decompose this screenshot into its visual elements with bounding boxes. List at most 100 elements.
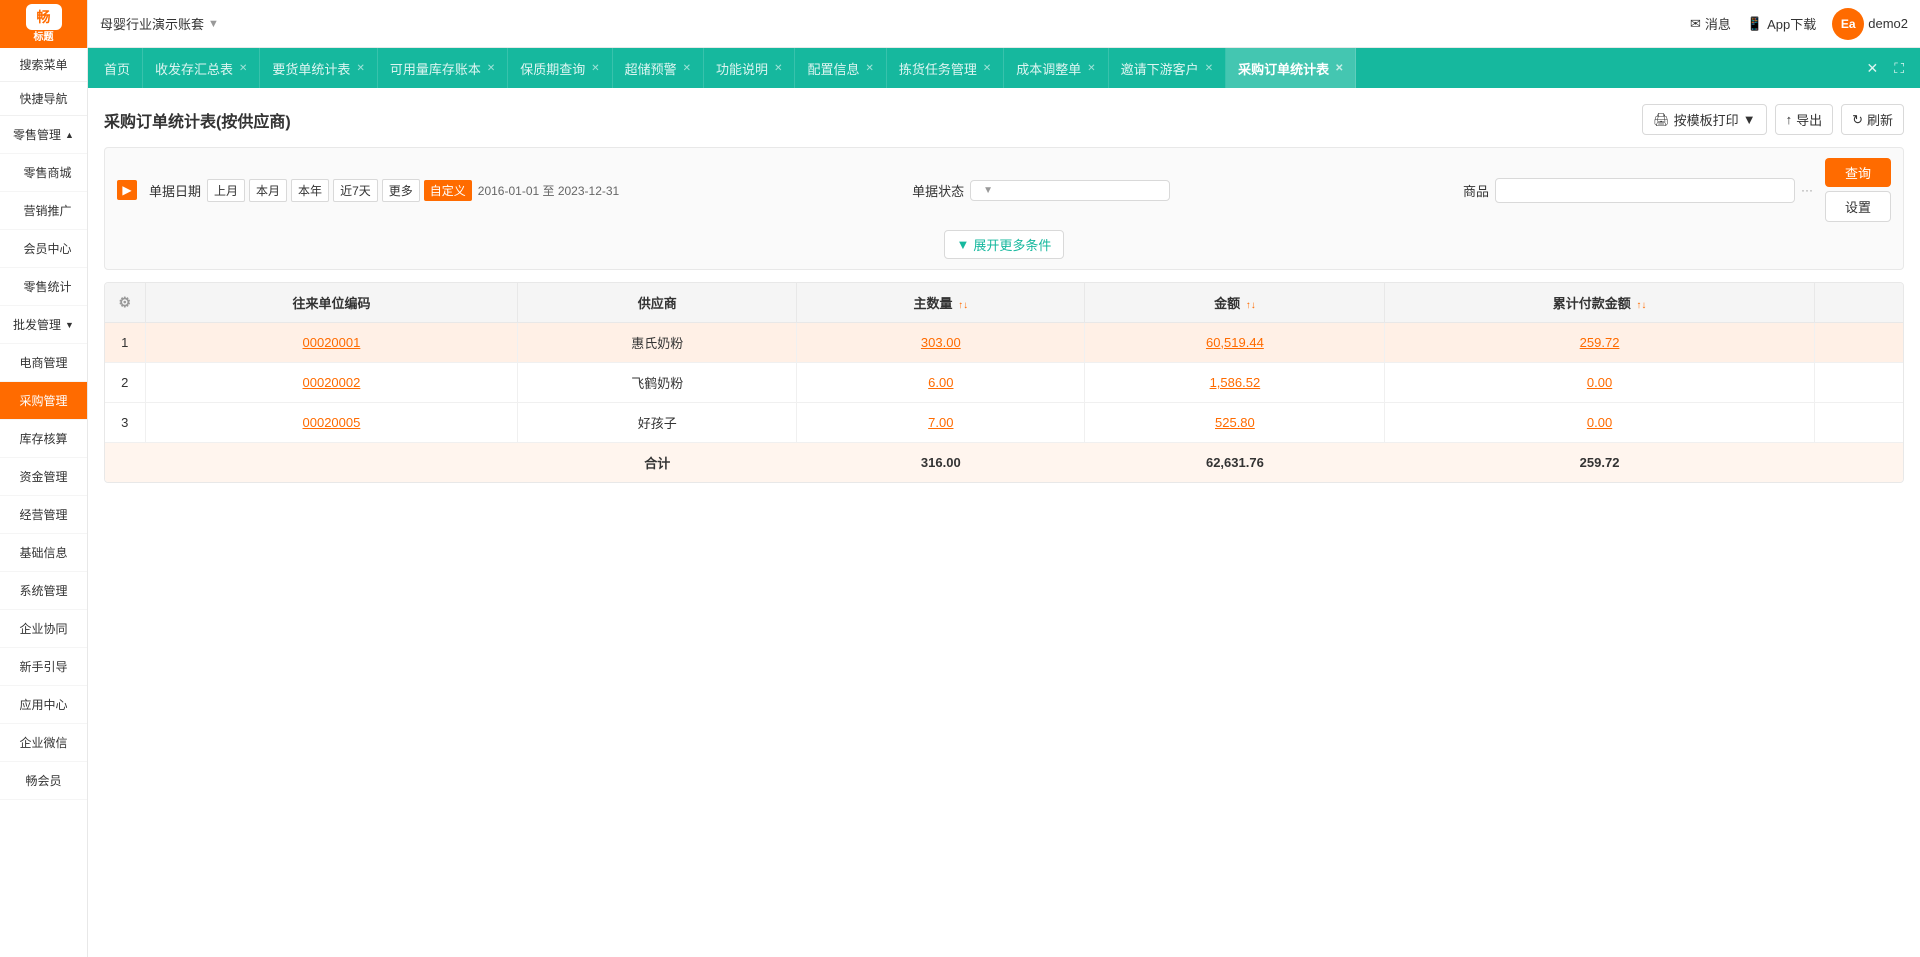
- sidebar-item-enterprise[interactable]: 企业协同: [0, 610, 87, 648]
- footer-paid-amount-text: 259.72: [1580, 455, 1620, 470]
- sidebar-item-retail-stats[interactable]: 零售统计: [0, 268, 87, 306]
- tab-invite-downstream-close-icon[interactable]: ✕: [1205, 63, 1213, 74]
- sidebar: 畅 标题 搜索菜单 快捷导航 零售管理 零售商城 营销推广 会员中心 零售统计 …: [0, 0, 88, 957]
- paid-amount-sort-icon[interactable]: ↑↓: [1636, 300, 1646, 311]
- sidebar-item-retail[interactable]: 零售管理: [0, 116, 87, 154]
- tab-purchase-stats-close-icon[interactable]: ✕: [356, 63, 364, 74]
- sidebar-item-finance[interactable]: 资金管理: [0, 458, 87, 496]
- amount-sort-icon[interactable]: ↑↓: [1246, 300, 1256, 311]
- sidebar-item-system[interactable]: 系统管理: [0, 572, 87, 610]
- sidebar-item-vip[interactable]: 畅会员: [0, 762, 87, 800]
- row2-paid-amount-link[interactable]: 0.00: [1587, 375, 1612, 390]
- sidebar-item-member[interactable]: 会员中心: [0, 230, 87, 268]
- date-last-7-days-btn[interactable]: 近7天: [333, 179, 378, 202]
- row2-unit-code-link[interactable]: 00020002: [303, 375, 361, 390]
- tab-home[interactable]: 首页: [92, 48, 143, 88]
- date-last-month-btn[interactable]: 上月: [207, 179, 245, 202]
- tab-recv-send-close-icon[interactable]: ✕: [239, 63, 247, 74]
- tab-purchase-order-stats[interactable]: 采购订单统计表 ✕: [1226, 48, 1356, 88]
- message-action[interactable]: ✉ 消息: [1690, 14, 1731, 33]
- row2-quantity: 6.00: [797, 363, 1085, 403]
- date-more-btn[interactable]: 更多: [382, 179, 420, 202]
- query-button[interactable]: 查询: [1825, 158, 1891, 187]
- expand-more-button[interactable]: ▼ 展开更多条件: [944, 230, 1065, 259]
- tab-overstock-close-icon[interactable]: ✕: [683, 63, 691, 74]
- date-this-year-btn[interactable]: 本年: [291, 179, 329, 202]
- sidebar-item-operations[interactable]: 经营管理: [0, 496, 87, 534]
- template-print-button[interactable]: 🖨 按模板打印 ▼: [1642, 104, 1766, 135]
- tab-picking-task-close-icon[interactable]: ✕: [983, 63, 991, 74]
- tab-available-inventory[interactable]: 可用量库存账本 ✕: [378, 48, 508, 88]
- row3-amount-link[interactable]: 525.80: [1215, 415, 1255, 430]
- tab-available-inventory-close-icon[interactable]: ✕: [487, 63, 495, 74]
- app-label: App下载: [1767, 14, 1816, 33]
- sidebar-item-wechat[interactable]: 企业微信: [0, 724, 87, 762]
- tab-purchase-order-stats-close-icon[interactable]: ✕: [1335, 63, 1343, 74]
- row2-amount-link[interactable]: 1,586.52: [1210, 375, 1261, 390]
- tab-purchase-stats[interactable]: 要货单统计表 ✕: [260, 48, 377, 88]
- tab-config[interactable]: 配置信息 ✕: [795, 48, 886, 88]
- sidebar-quick-nav[interactable]: 快捷导航: [0, 82, 87, 116]
- sidebar-item-ecommerce[interactable]: 电商管理: [0, 344, 87, 382]
- date-this-month-btn[interactable]: 本月: [249, 179, 287, 202]
- filter-row-1: ▶ 单据日期 上月 本月 本年 近7天 更多 自定义 2016-01-01 至 …: [117, 158, 1891, 222]
- row1-paid-amount-link[interactable]: 259.72: [1580, 335, 1620, 350]
- column-settings-icon[interactable]: ⚙: [118, 294, 131, 310]
- status-filter-label: 单据状态: [912, 181, 964, 200]
- date-filter-label: 单据日期: [149, 181, 201, 200]
- date-custom-badge[interactable]: 自定义: [424, 180, 472, 201]
- tab-maximize-btn[interactable]: ⛶: [1890, 58, 1908, 79]
- sidebar-item-purchase[interactable]: 采购管理: [0, 382, 87, 420]
- row3-unit-code-link[interactable]: 00020005: [303, 415, 361, 430]
- tab-invite-downstream[interactable]: 邀请下游客户 ✕: [1109, 48, 1226, 88]
- row3-amount: 525.80: [1085, 403, 1385, 443]
- goods-more-icon[interactable]: ···: [1801, 183, 1813, 197]
- goods-search-input[interactable]: [1495, 178, 1795, 203]
- sidebar-item-wholesale[interactable]: 批发管理: [0, 306, 87, 344]
- tab-expiry-query-close-icon[interactable]: ✕: [591, 63, 599, 74]
- settings-button[interactable]: 设置: [1825, 191, 1891, 222]
- export-button[interactable]: ↑ 导出: [1775, 104, 1834, 135]
- col-supplier-label: 供应商: [638, 296, 677, 311]
- user-action[interactable]: Ea demo2: [1832, 8, 1908, 40]
- sidebar-logo-text: 标题: [34, 32, 54, 44]
- row1-paid-amount: 259.72: [1385, 323, 1814, 363]
- tab-overstock[interactable]: 超储预警 ✕: [613, 48, 704, 88]
- quantity-sort-icon[interactable]: ↑↓: [958, 300, 968, 311]
- row1-amount-link[interactable]: 60,519.44: [1206, 335, 1264, 350]
- tab-config-close-icon[interactable]: ✕: [865, 63, 873, 74]
- sidebar-item-inventory[interactable]: 库存核算: [0, 420, 87, 458]
- sidebar-item-newbie[interactable]: 新手引导: [0, 648, 87, 686]
- row2-supplier-text: 飞鹤奶粉: [631, 376, 683, 391]
- tab-function-desc-close-icon[interactable]: ✕: [774, 63, 782, 74]
- col-paid-amount-label: 累计付款金额: [1553, 296, 1631, 311]
- footer-label: 合计: [518, 443, 797, 483]
- sidebar-item-marketing[interactable]: 营销推广: [0, 192, 87, 230]
- row1-amount: 60,519.44: [1085, 323, 1385, 363]
- row2-quantity-link[interactable]: 6.00: [928, 375, 953, 390]
- sidebar-item-appstore[interactable]: 应用中心: [0, 686, 87, 724]
- tab-close-btn[interactable]: ✕: [1862, 58, 1882, 79]
- tab-function-desc[interactable]: 功能说明 ✕: [704, 48, 795, 88]
- sidebar-search[interactable]: 搜索菜单: [0, 48, 87, 82]
- sidebar-item-retail-shop[interactable]: 零售商城: [0, 154, 87, 192]
- tab-picking-task[interactable]: 拣货任务管理 ✕: [887, 48, 1004, 88]
- sidebar-item-basic[interactable]: 基础信息: [0, 534, 87, 572]
- row3-quantity-link[interactable]: 7.00: [928, 415, 953, 430]
- refresh-button[interactable]: ↻ 刷新: [1841, 104, 1904, 135]
- tab-cost-adjust[interactable]: 成本调整单 ✕: [1004, 48, 1108, 88]
- tab-expiry-query[interactable]: 保质期查询 ✕: [508, 48, 612, 88]
- tab-cost-adjust-close-icon[interactable]: ✕: [1087, 63, 1095, 74]
- row3-paid-amount-link[interactable]: 0.00: [1587, 415, 1612, 430]
- top-bar-left: 母婴行业演示账套 ▼: [100, 14, 219, 33]
- app-download-action[interactable]: 📱 App下载: [1747, 14, 1816, 33]
- workspace-name: 母婴行业演示账套: [100, 14, 204, 33]
- workspace-selector[interactable]: 母婴行业演示账套 ▼: [100, 14, 219, 33]
- filter-toggle-button[interactable]: ▶: [117, 180, 137, 200]
- row1-quantity-link[interactable]: 303.00: [921, 335, 961, 350]
- status-select[interactable]: ▼: [970, 180, 1170, 201]
- row1-unit-code-link[interactable]: 00020001: [303, 335, 361, 350]
- tab-recv-send[interactable]: 收发存汇总表 ✕: [143, 48, 260, 88]
- message-label: 消息: [1705, 14, 1731, 33]
- col-paid-amount: 累计付款金额 ↑↓: [1385, 283, 1814, 323]
